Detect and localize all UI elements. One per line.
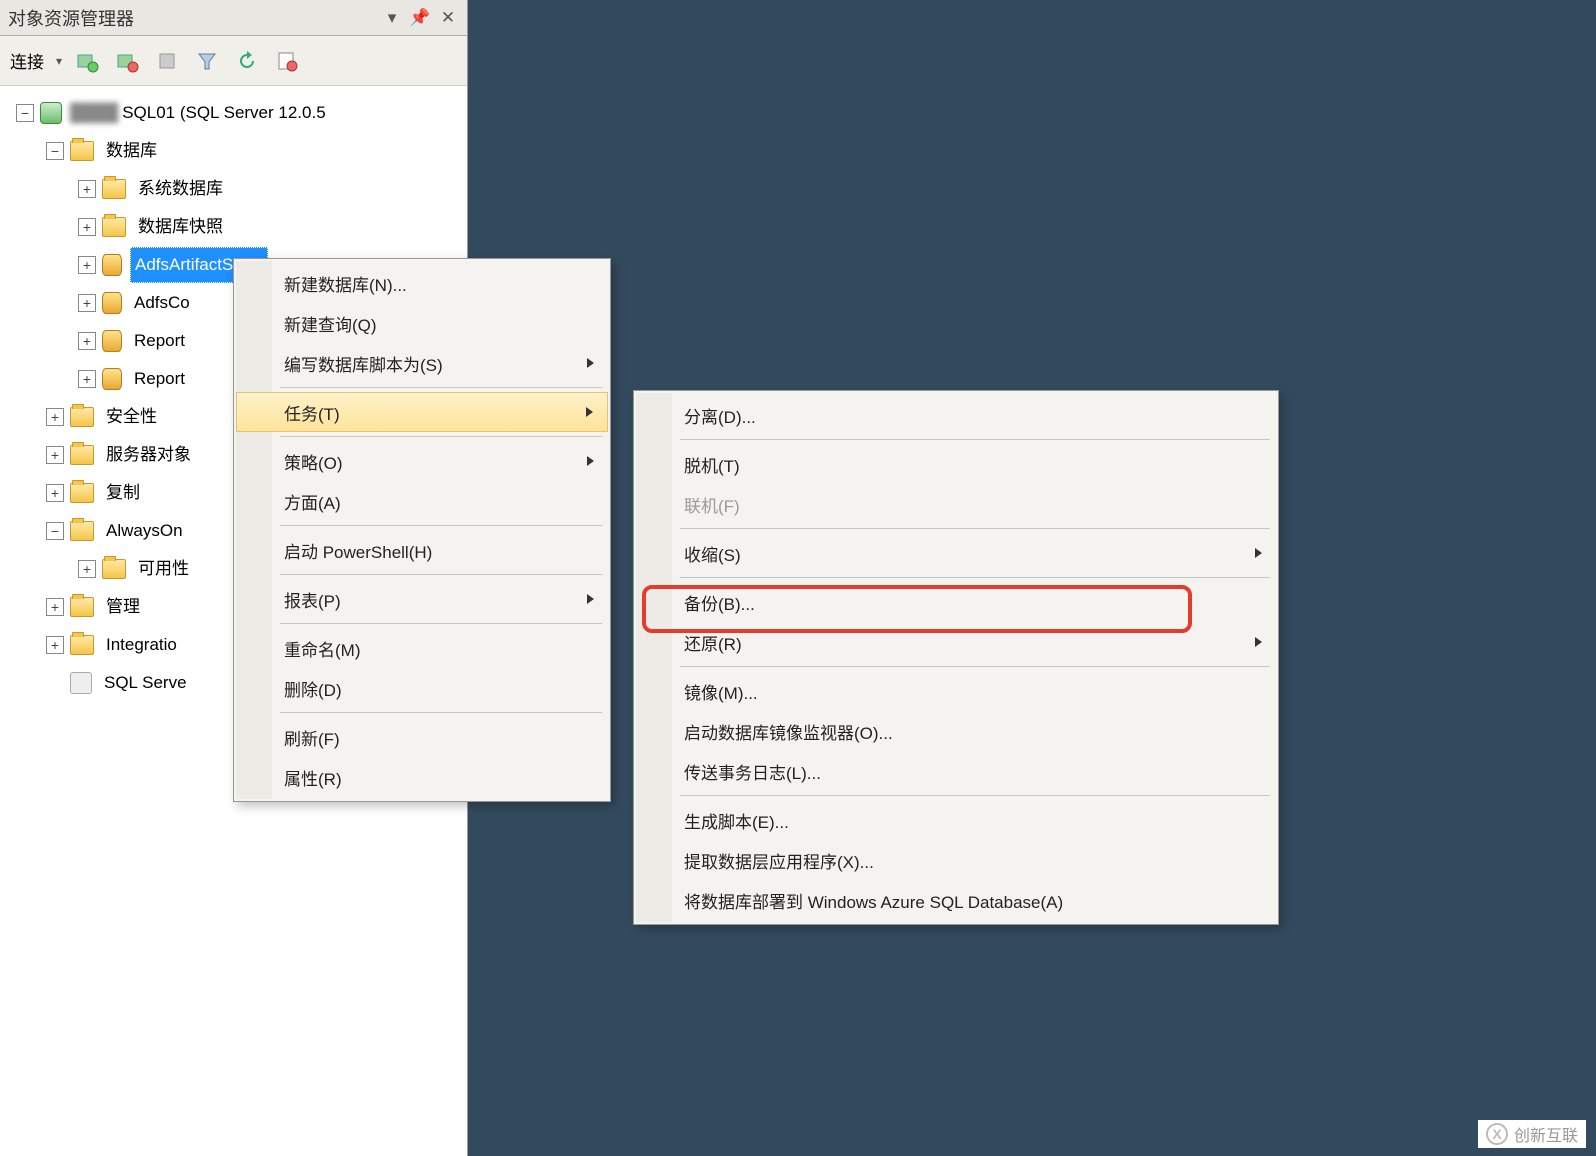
menu-new-query[interactable]: 新建查询(Q) — [236, 303, 608, 343]
database-context-menu: 新建数据库(N)... 新建查询(Q) 编写数据库脚本为(S) 任务(T) 策略… — [233, 258, 611, 802]
folder-icon — [70, 445, 94, 465]
task-offline[interactable]: 脱机(T) — [636, 444, 1276, 484]
watermark-text: 创新互联 — [1514, 1122, 1578, 1146]
server-label: SQL01 (SQL Server 12.0.5 — [118, 96, 329, 130]
task-backup[interactable]: 备份(B)... — [636, 582, 1276, 622]
expand-icon[interactable]: + — [78, 560, 96, 578]
task-shrink[interactable]: 收缩(S) — [636, 533, 1276, 573]
separator — [680, 528, 1270, 529]
chevron-right-icon — [1255, 548, 1262, 558]
separator — [280, 574, 602, 575]
expand-icon[interactable]: + — [78, 256, 96, 274]
agent-icon — [70, 672, 92, 694]
refresh-icon[interactable] — [232, 46, 262, 76]
connect-server-icon[interactable] — [72, 46, 102, 76]
snapshots-node[interactable]: + 数据库快照 — [4, 208, 463, 246]
database-icon — [102, 292, 122, 314]
expand-icon[interactable]: + — [78, 294, 96, 312]
expand-icon[interactable]: + — [46, 408, 64, 426]
chevron-right-icon — [587, 358, 594, 368]
pin-icon[interactable]: 📌 — [409, 7, 431, 29]
menu-tasks[interactable]: 任务(T) — [236, 392, 608, 432]
task-restore[interactable]: 还原(R) — [636, 622, 1276, 662]
task-ship-log[interactable]: 传送事务日志(L)... — [636, 751, 1276, 791]
system-databases-node[interactable]: + 系统数据库 — [4, 170, 463, 208]
menu-powershell[interactable]: 启动 PowerShell(H) — [236, 530, 608, 570]
separator — [680, 666, 1270, 667]
folder-icon — [70, 521, 94, 541]
expand-icon[interactable]: + — [78, 370, 96, 388]
expand-icon[interactable]: + — [46, 484, 64, 502]
explorer-toolbar: 连接 ▾ — [0, 36, 467, 86]
task-generate-scripts[interactable]: 生成脚本(E)... — [636, 800, 1276, 840]
server-icon — [40, 102, 62, 124]
chevron-right-icon — [586, 407, 593, 417]
task-mirror-monitor[interactable]: 启动数据库镜像监视器(O)... — [636, 711, 1276, 751]
menu-facets[interactable]: 方面(A) — [236, 481, 608, 521]
menu-script-database[interactable]: 编写数据库脚本为(S) — [236, 343, 608, 383]
menu-properties[interactable]: 属性(R) — [236, 757, 608, 797]
folder-icon — [70, 407, 94, 427]
expand-icon[interactable]: + — [78, 332, 96, 350]
folder-icon — [70, 635, 94, 655]
task-detach[interactable]: 分离(D)... — [636, 395, 1276, 435]
folder-icon — [70, 483, 94, 503]
separator — [280, 436, 602, 437]
expand-icon[interactable]: + — [46, 446, 64, 464]
database-icon — [102, 330, 122, 352]
folder-icon — [102, 179, 126, 199]
folder-icon — [102, 559, 126, 579]
panel-title: 对象资源管理器 — [8, 5, 375, 31]
filter-icon[interactable] — [192, 46, 222, 76]
collapse-icon[interactable]: − — [46, 522, 64, 540]
server-node[interactable]: − ████ SQL01 (SQL Server 12.0.5 — [4, 94, 463, 132]
database-icon — [102, 368, 122, 390]
menu-new-database[interactable]: 新建数据库(N)... — [236, 263, 608, 303]
separator — [280, 525, 602, 526]
dropdown-icon[interactable]: ▾ — [381, 7, 403, 29]
chevron-right-icon — [587, 594, 594, 604]
separator — [680, 577, 1270, 578]
chevron-right-icon — [1255, 637, 1262, 647]
stop-icon[interactable] — [152, 46, 182, 76]
databases-node[interactable]: − 数据库 — [4, 132, 463, 170]
task-online: 联机(F) — [636, 484, 1276, 524]
script-icon[interactable] — [272, 46, 302, 76]
database-icon — [102, 254, 122, 276]
menu-policies[interactable]: 策略(O) — [236, 441, 608, 481]
collapse-icon[interactable]: − — [46, 142, 64, 160]
tasks-submenu: 分离(D)... 脱机(T) 联机(F) 收缩(S) 备份(B)... 还原(R… — [633, 390, 1279, 925]
close-icon[interactable]: ✕ — [437, 7, 459, 29]
separator — [280, 623, 602, 624]
chevron-down-icon[interactable]: ▾ — [56, 54, 62, 68]
separator — [280, 387, 602, 388]
folder-icon — [102, 217, 126, 237]
separator — [280, 712, 602, 713]
disconnect-server-icon[interactable] — [112, 46, 142, 76]
task-deploy-azure[interactable]: 将数据库部署到 Windows Azure SQL Database(A) — [636, 880, 1276, 920]
folder-icon — [70, 597, 94, 617]
watermark-logo-icon: X — [1486, 1123, 1508, 1145]
collapse-icon[interactable]: − — [16, 104, 34, 122]
expand-icon[interactable]: + — [78, 180, 96, 198]
separator — [680, 439, 1270, 440]
task-mirror[interactable]: 镜像(M)... — [636, 671, 1276, 711]
expand-icon[interactable]: + — [46, 598, 64, 616]
menu-refresh[interactable]: 刷新(F) — [236, 717, 608, 757]
task-extract-dacpac[interactable]: 提取数据层应用程序(X)... — [636, 840, 1276, 880]
expand-icon[interactable]: + — [78, 218, 96, 236]
chevron-right-icon — [587, 456, 594, 466]
panel-titlebar: 对象资源管理器 ▾ 📌 ✕ — [0, 0, 467, 36]
separator — [680, 795, 1270, 796]
folder-icon — [70, 141, 94, 161]
menu-delete[interactable]: 删除(D) — [236, 668, 608, 708]
menu-rename[interactable]: 重命名(M) — [236, 628, 608, 668]
connect-label[interactable]: 连接 — [10, 48, 44, 73]
watermark: X 创新互联 — [1478, 1120, 1586, 1148]
expand-icon[interactable]: + — [46, 636, 64, 654]
menu-reports[interactable]: 报表(P) — [236, 579, 608, 619]
